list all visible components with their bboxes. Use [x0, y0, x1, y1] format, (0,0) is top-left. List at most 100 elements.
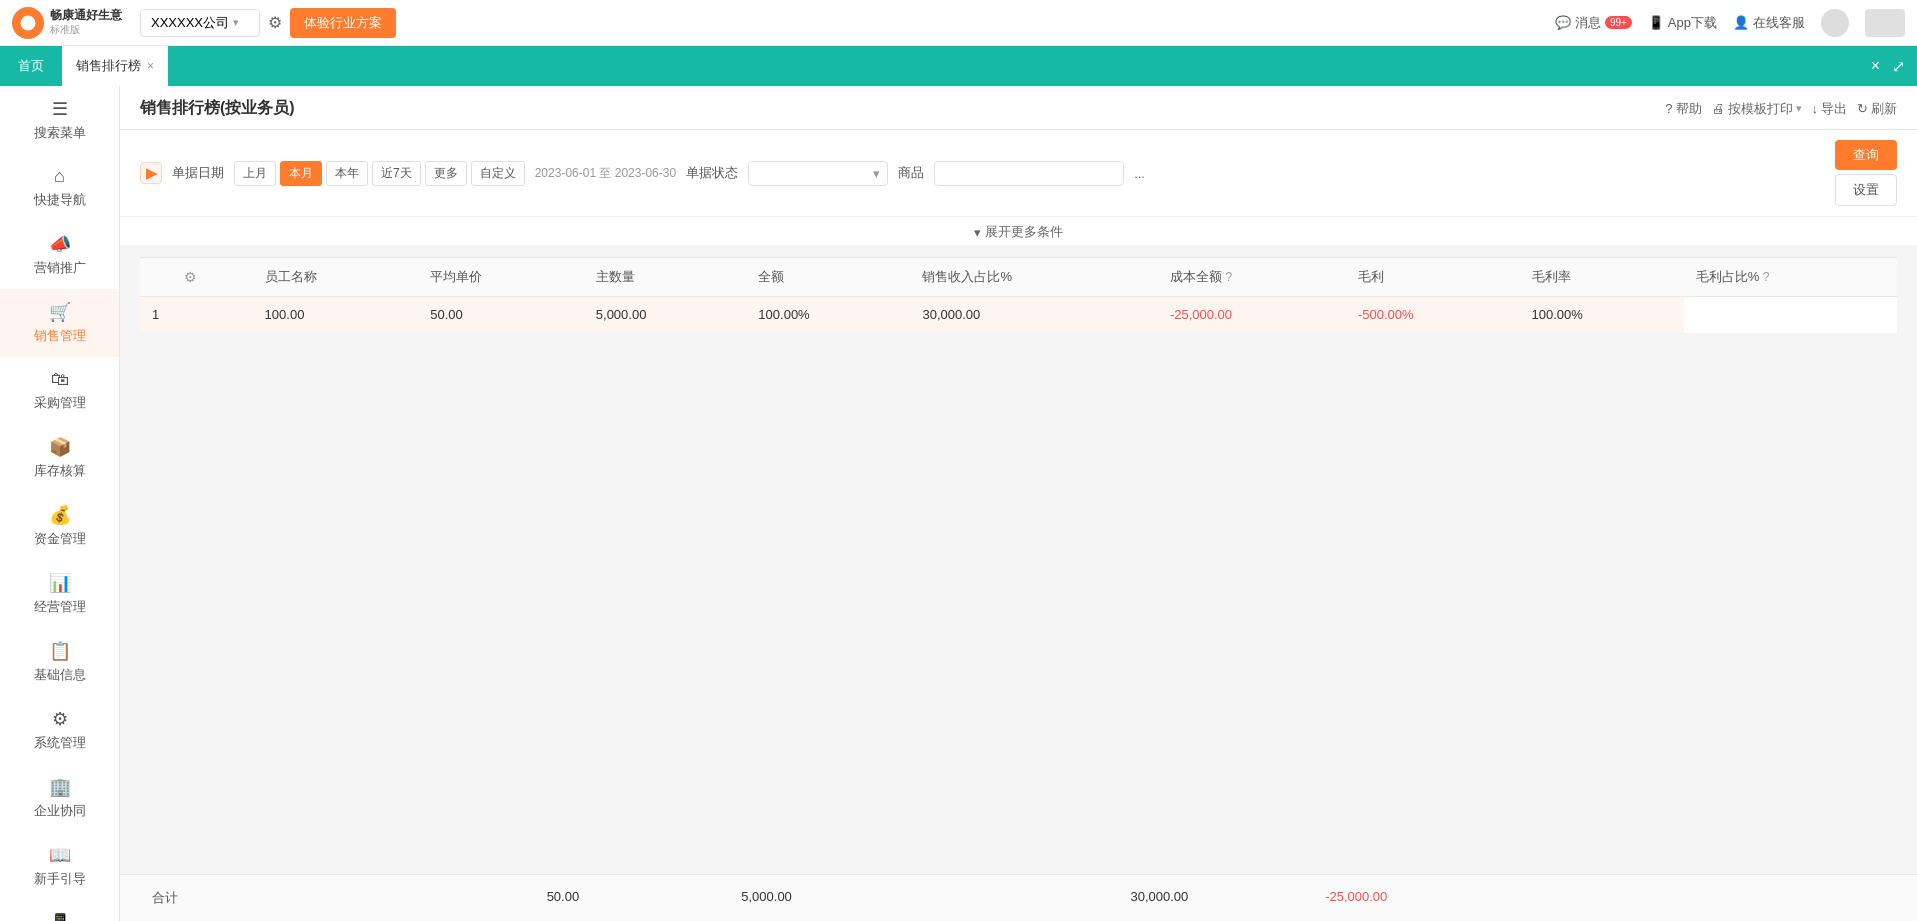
operations-icon: 📊 — [49, 572, 71, 594]
current-year-btn[interactable]: 本年 — [326, 161, 368, 186]
column-settings-icon[interactable]: ⚙ — [184, 269, 197, 285]
sidebar-item-guide[interactable]: 📖 新手引导 — [0, 832, 119, 900]
cost-help-icon[interactable]: ? — [1226, 270, 1233, 284]
query-settings-group: 查询 设置 — [1835, 140, 1897, 206]
print-label: 按模板打印 — [1728, 100, 1793, 118]
filter-expand-button[interactable]: ▶ — [140, 162, 162, 184]
footer-profit: -25,000.00 — [1313, 885, 1508, 911]
sidebar-label-quicknav: 快捷导航 — [34, 191, 86, 209]
refresh-button[interactable]: ↻ 刷新 — [1857, 100, 1897, 118]
cell-profit-ratio: 100.00% — [1520, 297, 1684, 333]
message-icon: 💬 — [1555, 15, 1571, 30]
window-close-button[interactable]: × — [1871, 57, 1880, 75]
tab-home[interactable]: 首页 — [0, 46, 62, 86]
tab-label: 销售排行榜 — [76, 57, 141, 75]
tab-close-icon[interactable]: × — [147, 59, 154, 73]
last7days-btn[interactable]: 近7天 — [372, 161, 421, 186]
app-download-label: App下载 — [1668, 14, 1717, 32]
sidebar-label-search: 搜索菜单 — [34, 124, 86, 142]
top-bar: 畅康通好生意 标准版 XXXXXX公司 ▾ ⚙ 体验行业方案 💬 消息 99+ … — [0, 0, 1917, 46]
help-label: 帮助 — [1676, 100, 1702, 118]
export-label: 导出 — [1821, 100, 1847, 118]
company-selector[interactable]: XXXXXX公司 ▾ — [140, 9, 260, 37]
sidebar-item-enterprise[interactable]: 🏢 企业协同 — [0, 764, 119, 832]
more-date-btn[interactable]: 更多 — [425, 161, 467, 186]
cell-main-qty: 50.00 — [418, 297, 584, 333]
amount-col-label: 全额 — [758, 269, 784, 284]
status-filter-label: 单据状态 — [686, 164, 738, 182]
experience-button[interactable]: 体验行业方案 — [290, 8, 396, 38]
th-main-qty: 主数量 — [584, 258, 747, 297]
more-conditions-btn[interactable]: ... — [1134, 166, 1145, 181]
th-profit-ratio: 毛利占比% ? — [1684, 258, 1897, 297]
cell-avg-price: 100.00 — [253, 297, 419, 333]
sidebar-item-basic-info[interactable]: 📋 基础信息 — [0, 628, 119, 696]
page-actions: ? 帮助 🖨 按模板打印 ▾ ↓ 导出 ↻ 刷新 — [1665, 100, 1897, 118]
sidebar-item-operations[interactable]: 📊 经营管理 — [0, 560, 119, 628]
settings-button-2[interactable]: 设置 — [1835, 174, 1897, 206]
app-download-button[interactable]: 📱 App下载 — [1648, 14, 1717, 32]
sidebar-item-quick-nav[interactable]: ⌂ 快捷导航 — [0, 154, 119, 221]
page-header: 销售排行榜(按业务员) ? 帮助 🖨 按模板打印 ▾ ↓ 导出 — [120, 86, 1917, 130]
sidebar-label-guide: 新手引导 — [34, 870, 86, 888]
logo-text: 畅康通好生意 标准版 — [50, 8, 122, 36]
table-container: ⚙ 员工名称 平均单价 主数量 全额 — [120, 245, 1917, 874]
profitratio-col-label: 毛利占比% — [1696, 269, 1760, 284]
status-select-wrap — [748, 161, 888, 186]
print-button[interactable]: 🖨 按模板打印 ▾ — [1712, 100, 1802, 118]
help-button[interactable]: ? 帮助 — [1665, 100, 1701, 118]
last-month-btn[interactable]: 上月 — [234, 161, 276, 186]
expand-chevron-icon: ▾ — [974, 225, 981, 240]
finance-icon: 💰 — [49, 504, 71, 526]
window-expand-button[interactable]: ⤢ — [1892, 57, 1905, 76]
online-service-label: 在线客服 — [1753, 14, 1805, 32]
sidebar-item-inventory[interactable]: 📦 库存核算 — [0, 424, 119, 492]
sidebar-item-marketing[interactable]: 📣 营销推广 — [0, 221, 119, 289]
th-settings[interactable]: ⚙ — [172, 258, 253, 297]
cell-sales-ratio: 100.00% — [746, 297, 910, 333]
expand-conditions-btn[interactable]: ▾ 展开更多条件 — [974, 223, 1063, 241]
sidebar-item-sales[interactable]: 🛒 销售管理 — [0, 289, 119, 357]
data-table: ⚙ 员工名称 平均单价 主数量 全额 — [140, 257, 1897, 333]
sidebar-item-system[interactable]: ⚙ 系统管理 — [0, 696, 119, 764]
salesratio-col-label: 销售收入占比% — [922, 269, 1012, 284]
th-sales-ratio: 销售收入占比% — [910, 258, 1157, 297]
search-menu-icon: ☰ — [52, 98, 68, 120]
date-range-display: 2023-06-01 至 2023-06-30 — [535, 165, 676, 182]
top-right: 💬 消息 99+ 📱 App下载 👤 在线客服 — [1555, 9, 1905, 37]
goods-input[interactable] — [934, 161, 1124, 186]
message-label: 消息 — [1575, 14, 1601, 32]
content-area: 销售排行榜(按业务员) ? 帮助 🖨 按模板打印 ▾ ↓ 导出 — [120, 86, 1917, 921]
sidebar-item-finance[interactable]: 💰 资金管理 — [0, 492, 119, 560]
sidebar-item-app-center[interactable]: 📱 应用中心 — [0, 900, 119, 921]
online-service-button[interactable]: 👤 在线客服 — [1733, 14, 1805, 32]
cell-cost: 30,000.00 — [910, 297, 1157, 333]
th-employee: 员工名称 — [253, 258, 419, 297]
svg-point-0 — [21, 15, 36, 30]
sidebar-item-search-order[interactable]: ☰ 搜索菜单 — [0, 86, 119, 154]
th-profit: 毛利 — [1346, 258, 1520, 297]
sidebar-label-system: 系统管理 — [34, 734, 86, 752]
footer-amount: 5,000.00 — [729, 885, 924, 911]
mobile-icon: 📱 — [1648, 15, 1664, 30]
inventory-icon: 📦 — [49, 436, 71, 458]
message-button[interactable]: 💬 消息 99+ — [1555, 14, 1632, 32]
sales-icon: 🛒 — [49, 301, 71, 323]
logo-area: 畅康通好生意 标准版 — [12, 7, 132, 39]
export-button[interactable]: ↓ 导出 — [1812, 100, 1848, 118]
current-month-btn[interactable]: 本月 — [280, 161, 322, 186]
sidebar-item-purchase[interactable]: 🛍 采购管理 — [0, 357, 119, 424]
th-amount: 全额 — [746, 258, 910, 297]
profitratio-help-icon[interactable]: ? — [1763, 270, 1770, 284]
query-button[interactable]: 查询 — [1835, 140, 1897, 170]
footer-avg-price — [340, 885, 535, 911]
sidebar-label-purchase: 采购管理 — [34, 394, 86, 412]
status-select[interactable] — [748, 161, 888, 186]
sidebar-label-enterprise: 企业协同 — [34, 802, 86, 820]
avatar[interactable] — [1821, 9, 1849, 37]
footer-cost: 30,000.00 — [1119, 885, 1314, 911]
custom-date-btn[interactable]: 自定义 — [471, 161, 525, 186]
tab-sales-ranking[interactable]: 销售排行榜 × — [62, 46, 168, 86]
settings-button[interactable]: ⚙ — [268, 13, 282, 32]
service-icon: 👤 — [1733, 15, 1749, 30]
